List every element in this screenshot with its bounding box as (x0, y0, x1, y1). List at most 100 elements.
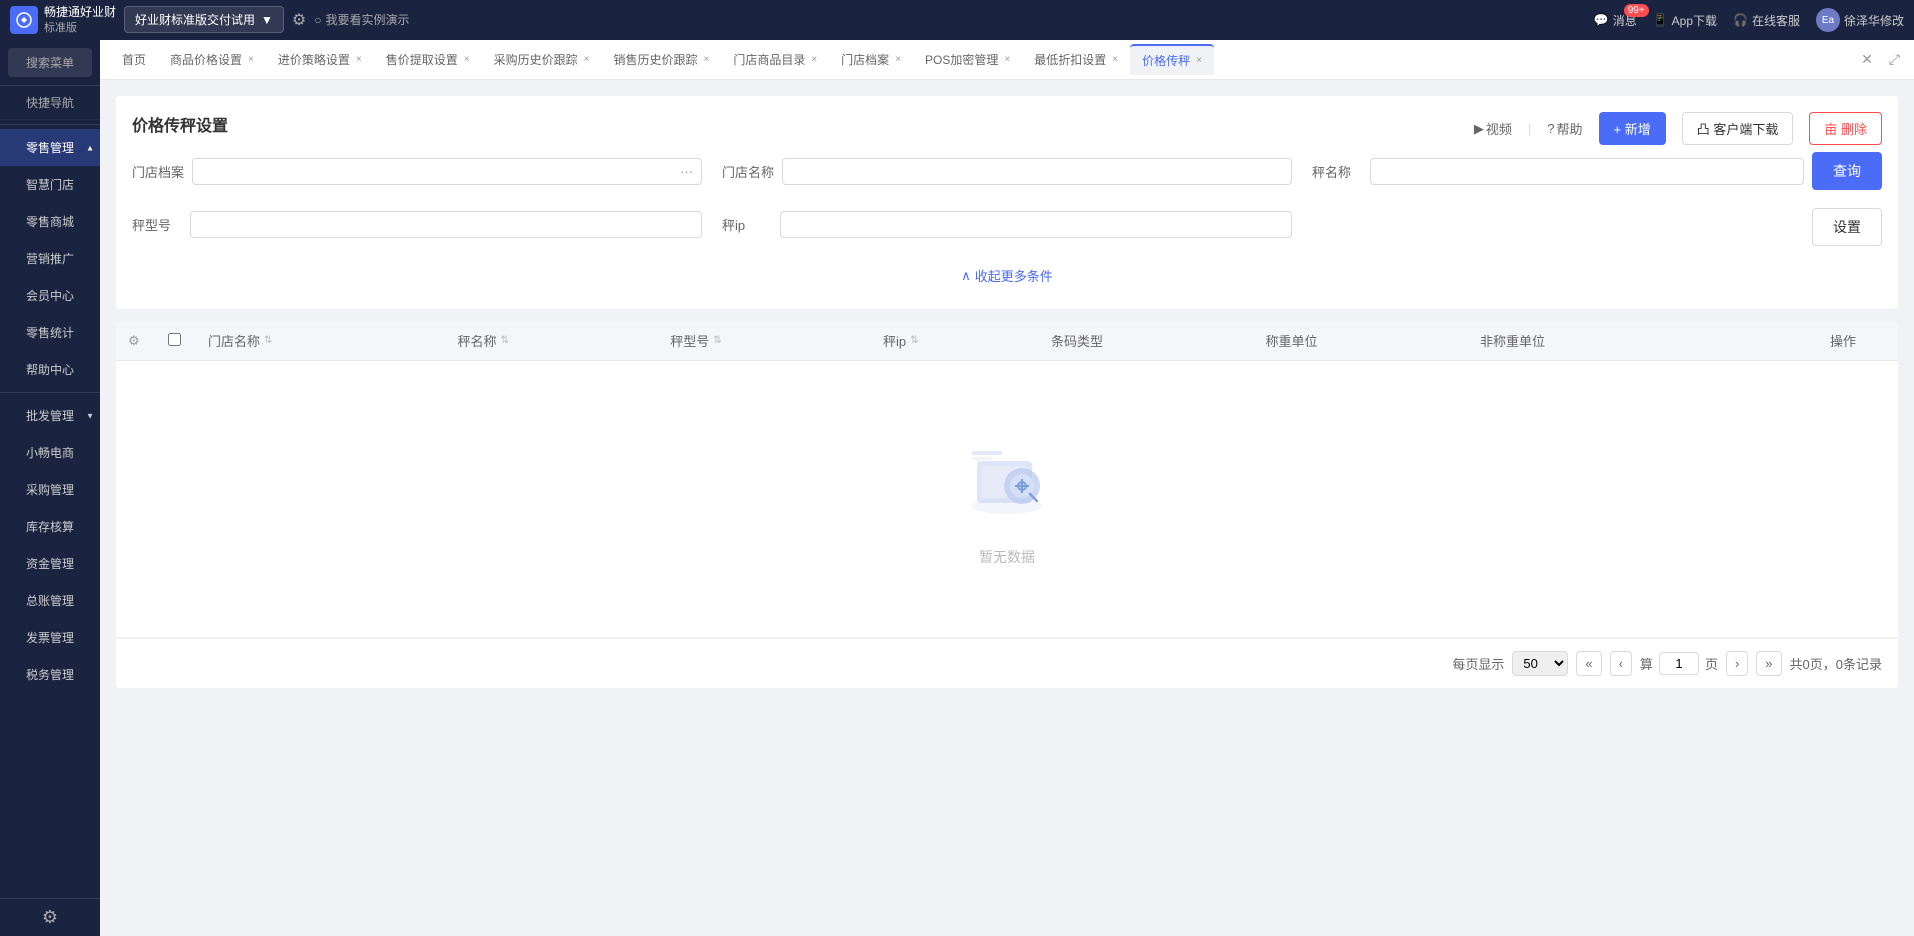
table-body: 暂无数据 (116, 361, 1898, 638)
scale-ip-input[interactable] (780, 211, 1292, 238)
add-button[interactable]: + 新增 (1599, 112, 1666, 145)
sidebar-item-help-center[interactable]: 帮助中心 (0, 351, 100, 388)
tab-close-product-price[interactable]: × (248, 54, 254, 65)
scale-name-label: 秤名称 (1312, 162, 1362, 181)
tab-close-all-button[interactable]: ✕ (1857, 49, 1877, 70)
tab-close-store-archive[interactable]: × (895, 54, 901, 65)
page-content: 价格传秤设置 ▶ 视频 | ? 帮助 (100, 80, 1914, 936)
content-area: 首页 商品价格设置 × 进价策略设置 × 售价提取设置 × 采购历史价跟踪 × (100, 40, 1914, 936)
data-table: ⚙ 门店名称 ⇅ (116, 321, 1898, 638)
empty-state: 暂无数据 (128, 371, 1886, 627)
tab-product-price[interactable]: 商品价格设置 × (158, 45, 266, 74)
tab-sales-history[interactable]: 销售历史价跟踪 × (601, 45, 721, 74)
tab-pos-encrypt[interactable]: POS加密管理 × (913, 45, 1022, 74)
tab-min-discount[interactable]: 最低折扣设置 × (1022, 45, 1130, 74)
tab-price-extract[interactable]: 售价提取设置 × (374, 45, 482, 74)
download-client-button[interactable]: 凸 客户端下载 (1682, 112, 1794, 145)
messages-button[interactable]: 💬 消息 99+ (1594, 12, 1637, 29)
tab-close-pos-encrypt[interactable]: × (1004, 54, 1010, 65)
sidebar-item-finance[interactable]: 资金管理 (0, 545, 100, 582)
sidebar-item-marketing[interactable]: 营销推广 (0, 240, 100, 277)
sidebar-item-ledger[interactable]: 总账管理 (0, 582, 100, 619)
first-page-button[interactable]: « (1576, 651, 1601, 676)
message-badge: 99+ (1624, 4, 1649, 17)
user-info[interactable]: Ea 徐泽华修改 (1816, 8, 1904, 32)
chevron-up-icon: ∧ (961, 268, 971, 284)
sidebar-item-tax[interactable]: 税务管理 (0, 656, 100, 693)
sidebar-item-member-center[interactable]: 会员中心 (0, 277, 100, 314)
sidebar-item-wholesale-mgmt[interactable]: 批发管理 (0, 397, 100, 434)
sidebar-item-smart-store[interactable]: 智慧门店 (0, 166, 100, 203)
th-store-name: 门店名称 ⇅ (196, 321, 445, 361)
store-name-row: 门店名称 (722, 152, 1292, 190)
sidebar-item-inventory[interactable]: 库存核算 (0, 508, 100, 545)
sort-scale-ip-icon[interactable]: ⇅ (910, 335, 918, 346)
scale-model-input[interactable] (190, 211, 702, 238)
select-all-checkbox[interactable] (168, 333, 181, 346)
empty-illustration (957, 431, 1057, 531)
search-form: 门店档案 ··· 门店名称 秤名称 (132, 152, 1882, 246)
help-link[interactable]: ? 帮助 (1547, 119, 1582, 138)
sidebar-divider (0, 124, 100, 125)
edition-selector[interactable]: 好业财标准版交付试用 ▼ (124, 6, 284, 33)
sort-scale-model-icon[interactable]: ⇅ (713, 335, 721, 346)
scale-model-label: 秤型号 (132, 215, 182, 234)
sidebar-nav-button[interactable]: 快捷导航 (0, 86, 100, 120)
tab-purchase-strategy[interactable]: 进价策略设置 × (266, 45, 374, 74)
sidebar-item-ecommerce[interactable]: 小畅电商 (0, 434, 100, 471)
store-archive-input[interactable] (193, 159, 672, 184)
store-archive-input-group: ··· (192, 158, 702, 185)
tab-store-archive[interactable]: 门店档案 × (829, 45, 913, 74)
sidebar-item-procurement[interactable]: 采购管理 (0, 471, 100, 508)
tabs-end: ✕ ⤢ (1857, 49, 1904, 70)
tab-close-min-discount[interactable]: × (1112, 54, 1118, 65)
per-page-select[interactable]: 50 10 20 100 (1512, 651, 1568, 676)
table-settings-icon[interactable]: ⚙ (128, 333, 140, 348)
tab-close-store-catalog[interactable]: × (811, 54, 817, 65)
tab-store-catalog[interactable]: 门店商品目录 × (721, 45, 829, 74)
tab-close-purchase-history[interactable]: × (584, 54, 590, 65)
sidebar-item-retail-mgmt[interactable]: 零售管理 (0, 129, 100, 166)
online-service-button[interactable]: 🎧 在线客服 (1733, 12, 1800, 29)
tab-close-price-extract[interactable]: × (464, 54, 470, 65)
sort-scale-name-icon[interactable]: ⇅ (500, 335, 508, 346)
store-archive-suffix-btn[interactable]: ··· (672, 159, 701, 184)
top-bar-left: 畅捷通好业财 标准版 好业财标准版交付试用 ▼ ⚙ ○ 我要看实例演示 (10, 5, 410, 35)
video-link[interactable]: ▶ 视频 (1474, 119, 1512, 138)
collapse-button[interactable]: ∧ 收起更多条件 (132, 258, 1882, 293)
scale-name-input[interactable] (1370, 158, 1804, 185)
app-name: 畅捷通好业财 (44, 5, 116, 19)
last-page-button[interactable]: » (1756, 651, 1781, 676)
tab-expand-button[interactable]: ⤢ (1885, 49, 1904, 70)
separator: | (1528, 121, 1531, 136)
sidebar-settings-icon[interactable]: ⚙ (8, 907, 92, 928)
tab-purchase-history[interactable]: 采购历史价跟踪 × (482, 45, 602, 74)
app-version: 标准版 (44, 19, 116, 35)
tab-home[interactable]: 首页 (110, 45, 158, 74)
settings-button[interactable]: 设置 (1812, 208, 1882, 246)
demo-link[interactable]: ○ 我要看实例演示 (314, 11, 409, 28)
query-button[interactable]: 查询 (1812, 152, 1882, 190)
tab-price-scale[interactable]: 价格传秤 × (1130, 44, 1214, 75)
tab-close-sales-history[interactable]: × (703, 54, 709, 65)
scale-ip-label: 秤ip (722, 215, 772, 234)
page-number-input[interactable] (1659, 652, 1699, 675)
app-download-button[interactable]: 📱 App下载 (1653, 12, 1717, 29)
sidebar-item-retail-mall[interactable]: 零售商城 (0, 203, 100, 240)
delete-button[interactable]: 亩 删除 (1809, 112, 1882, 145)
sidebar-item-invoice[interactable]: 发票管理 (0, 619, 100, 656)
th-action: 操作 (1818, 321, 1898, 361)
sort-store-name-icon[interactable]: ⇅ (264, 335, 272, 346)
sidebar-item-retail-stats[interactable]: 零售统计 (0, 314, 100, 351)
store-name-input[interactable] (782, 158, 1292, 185)
th-weight-unit: 称重单位 (1253, 321, 1468, 361)
page-title: 价格传秤设置 (132, 112, 228, 136)
pagination-total: 共0页，0条记录 (1790, 654, 1882, 673)
tab-close-purchase-strategy[interactable]: × (356, 54, 362, 65)
download-icon: 📱 (1653, 13, 1668, 27)
search-menu-button[interactable]: 搜索菜单 (8, 48, 92, 77)
prev-page-button[interactable]: ‹ (1610, 651, 1632, 676)
next-page-button[interactable]: › (1726, 651, 1748, 676)
topbar-settings-button[interactable]: ⚙ (292, 10, 306, 30)
tab-close-price-scale[interactable]: × (1196, 55, 1202, 66)
